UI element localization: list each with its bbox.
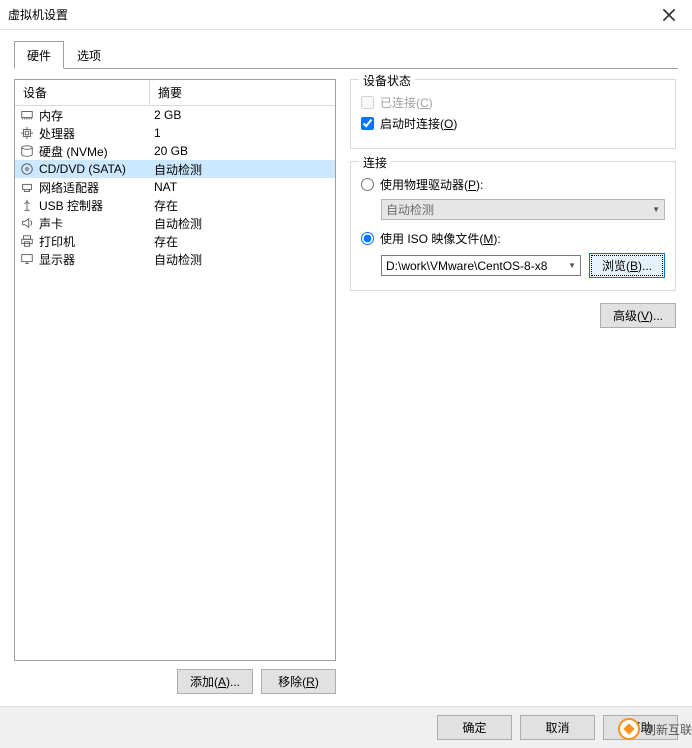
- device-name: CD/DVD (SATA): [39, 162, 154, 176]
- dialog-footer: 确定 取消 帮助: [0, 706, 692, 748]
- tab-options[interactable]: 选项: [64, 41, 114, 69]
- device-name: 显示器: [39, 251, 154, 268]
- device-summary: 存在: [154, 197, 178, 214]
- use-physical-radio-row[interactable]: 使用物理驱动器(P):: [361, 176, 665, 193]
- net-icon: [19, 179, 35, 195]
- device-name: 声卡: [39, 215, 154, 232]
- sound-icon: [19, 215, 35, 231]
- device-name: 网络适配器: [39, 179, 154, 196]
- close-icon: [662, 8, 676, 22]
- connect-poweron-checkbox-row[interactable]: 启动时连接(O): [361, 115, 665, 132]
- device-name: 内存: [39, 107, 154, 124]
- memory-icon: [19, 107, 35, 123]
- disk-icon: [19, 143, 35, 159]
- connection-group: 连接 使用物理驱动器(P): 自动检测 ▼ 使用 ISO 映像文件(M):: [350, 161, 676, 291]
- cancel-button[interactable]: 取消: [520, 715, 595, 740]
- header-summary[interactable]: 摘要: [150, 80, 335, 105]
- chevron-down-icon: ▼: [652, 205, 660, 214]
- device-summary: 存在: [154, 233, 178, 250]
- tab-bar: 硬件 选项: [14, 40, 678, 69]
- use-iso-radio-row[interactable]: 使用 ISO 映像文件(M):: [361, 230, 665, 247]
- device-row-sound[interactable]: 声卡自动检测: [15, 214, 335, 232]
- usb-icon: [19, 197, 35, 213]
- connect-poweron-checkbox[interactable]: [361, 117, 374, 130]
- device-summary: NAT: [154, 180, 177, 194]
- browse-button[interactable]: 浏览(B)...: [589, 253, 665, 278]
- chevron-down-icon[interactable]: ▼: [568, 261, 576, 270]
- remove-button[interactable]: 移除(R): [261, 669, 336, 694]
- device-summary: 自动检测: [154, 215, 202, 232]
- tab-hardware[interactable]: 硬件: [14, 41, 64, 69]
- device-row-cpu[interactable]: 处理器1: [15, 124, 335, 142]
- window-title: 虚拟机设置: [8, 6, 654, 23]
- device-row-net[interactable]: 网络适配器NAT: [15, 178, 335, 196]
- device-row-printer[interactable]: 打印机存在: [15, 232, 335, 250]
- iso-path-combo[interactable]: D:\work\VMware\CentOS-8-x8 ▼: [381, 255, 581, 276]
- add-button[interactable]: 添加(A)...: [177, 669, 253, 694]
- cd-icon: [19, 161, 35, 177]
- printer-icon: [19, 233, 35, 249]
- device-row-cd[interactable]: CD/DVD (SATA)自动检测: [15, 160, 335, 178]
- device-row-disk[interactable]: 硬盘 (NVMe)20 GB: [15, 142, 335, 160]
- advanced-button[interactable]: 高级(V)...: [600, 303, 676, 328]
- physical-drive-combo: 自动检测 ▼: [381, 199, 665, 220]
- connection-title: 连接: [359, 154, 391, 171]
- use-iso-radio[interactable]: [361, 232, 374, 245]
- display-icon: [19, 251, 35, 267]
- cpu-icon: [19, 125, 35, 141]
- device-row-usb[interactable]: USB 控制器存在: [15, 196, 335, 214]
- device-table[interactable]: 设备 摘要 内存2 GB处理器1硬盘 (NVMe)20 GBCD/DVD (SA…: [14, 79, 336, 661]
- close-button[interactable]: [654, 0, 684, 30]
- device-summary: 20 GB: [154, 144, 188, 158]
- device-name: 处理器: [39, 125, 154, 142]
- header-device[interactable]: 设备: [15, 80, 150, 105]
- ok-button[interactable]: 确定: [437, 715, 512, 740]
- device-table-header: 设备 摘要: [15, 80, 335, 106]
- physical-drive-value: 自动检测: [386, 201, 434, 218]
- device-summary: 1: [154, 126, 161, 140]
- connected-checkbox: [361, 96, 374, 109]
- help-button[interactable]: 帮助: [603, 715, 678, 740]
- device-name: 打印机: [39, 233, 154, 250]
- iso-path-value: D:\work\VMware\CentOS-8-x8: [386, 259, 547, 273]
- device-name: USB 控制器: [39, 197, 154, 214]
- device-summary: 2 GB: [154, 108, 181, 122]
- device-summary: 自动检测: [154, 251, 202, 268]
- connected-checkbox-row: 已连接(C): [361, 94, 665, 111]
- device-row-display[interactable]: 显示器自动检测: [15, 250, 335, 268]
- device-status-title: 设备状态: [359, 72, 415, 89]
- device-row-memory[interactable]: 内存2 GB: [15, 106, 335, 124]
- use-physical-radio[interactable]: [361, 178, 374, 191]
- device-name: 硬盘 (NVMe): [39, 143, 154, 160]
- device-summary: 自动检测: [154, 161, 202, 178]
- device-status-group: 设备状态 已连接(C) 启动时连接(O): [350, 79, 676, 149]
